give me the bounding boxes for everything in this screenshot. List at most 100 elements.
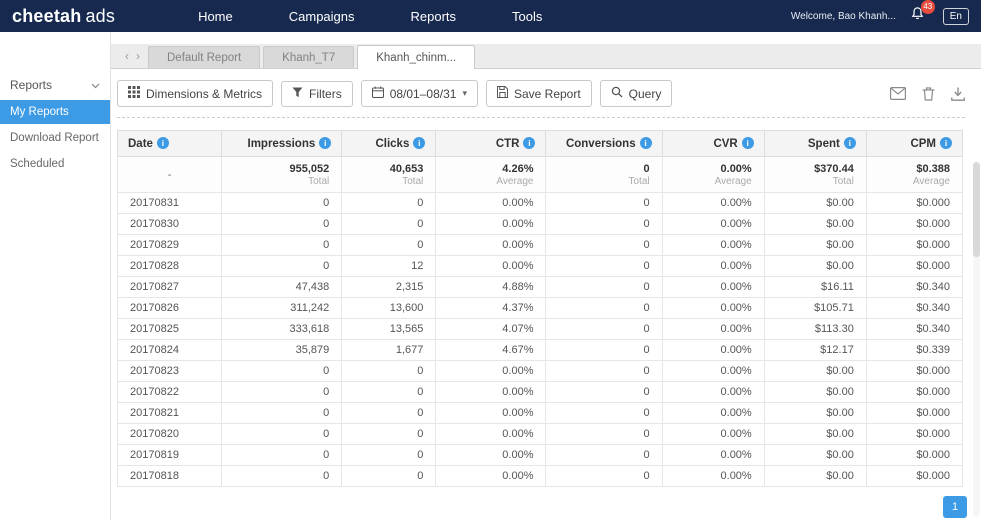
save-report-button[interactable]: Save Report (485, 80, 592, 107)
funnel-icon (292, 86, 303, 101)
column-header-ctr[interactable]: CTR i (435, 130, 547, 157)
column-label: Date (128, 138, 153, 150)
caret-down-icon: ▾ (462, 88, 467, 98)
value-cell: 0.00% (435, 381, 547, 403)
sidebar-group-label: Reports (10, 78, 53, 92)
value-cell: 0 (221, 192, 343, 214)
value-cell: 0 (545, 255, 663, 277)
sidebar-item-my-reports[interactable]: My Reports (0, 100, 110, 124)
sidebar-item-download-report[interactable]: Download Report (0, 126, 110, 150)
column-header-cpm[interactable]: CPM i (865, 130, 964, 157)
value-cell: 0 (221, 213, 343, 235)
value-cell: 2,315 (341, 276, 437, 298)
value-cell: 0 (545, 465, 663, 487)
tab-scroll-arrows: ‹ › (117, 49, 148, 63)
value-cell: 0 (341, 192, 437, 214)
table-row: 20170821 0 0 0.00% 0 0.00% $0.00 $0.000 (116, 402, 964, 424)
sidebar-item-scheduled[interactable]: Scheduled (0, 152, 110, 176)
column-header-cvr[interactable]: CVR i (661, 130, 765, 157)
info-icon[interactable]: i (156, 137, 169, 149)
daterange-button[interactable]: 08/01–08/31 ▾ (360, 80, 478, 107)
brand-logo[interactable]: cheetah ads (12, 6, 115, 27)
value-cell: 0 (221, 423, 343, 445)
value-cell: $0.000 (865, 360, 964, 382)
date-cell: 20170828 (116, 255, 223, 277)
value-cell: 0 (221, 465, 343, 487)
value-cell: 0.00% (661, 234, 765, 256)
column-header-clicks[interactable]: Clicks i (341, 130, 437, 157)
value-cell: 0 (221, 360, 343, 382)
column-header-date[interactable]: Date i (116, 130, 223, 157)
date-cell: 20170824 (116, 339, 223, 361)
value-cell: 0.00% (661, 444, 765, 466)
value-cell: $0.000 (865, 444, 964, 466)
column-header-spent[interactable]: Spent i (763, 130, 867, 157)
value-cell: $105.71 (763, 297, 867, 319)
value-cell: 0.00% (661, 465, 765, 487)
tab-prev-icon[interactable]: ‹ (125, 49, 129, 63)
table-row: 20170826 311,242 13,600 4.37% 0 0.00% $105.71 $… (116, 297, 964, 319)
page-1-button[interactable]: 1 (943, 496, 967, 518)
value-cell: 0 (341, 465, 437, 487)
welcome-user[interactable]: Welcome, Bao Khanh... (791, 11, 896, 22)
nav-item-tools[interactable]: Tools (484, 0, 570, 32)
brand-bold: cheetah (12, 5, 82, 26)
nav-item-campaigns[interactable]: Campaigns (261, 0, 383, 32)
nav-item-home[interactable]: Home (170, 0, 261, 32)
language-button[interactable]: En (942, 7, 969, 25)
tab-next-icon[interactable]: › (136, 49, 140, 63)
scrollbar-thumb[interactable] (973, 162, 980, 257)
value-cell: 0 (341, 213, 437, 235)
value-cell: 0 (545, 192, 663, 214)
tab-default-report[interactable]: Default Report (148, 46, 261, 68)
totals-cell: $0.388 Average (865, 156, 964, 193)
tab-khanh-chinm[interactable]: Khanh_chinm... (357, 45, 476, 69)
value-cell: 0.00% (661, 381, 765, 403)
table-row: 20170824 35,879 1,677 4.67% 0 0.00% $12.17 $0.3… (116, 339, 964, 361)
totals-value: 0.00% (720, 162, 752, 175)
grid-icon (128, 86, 140, 101)
table-row: 20170822 0 0 0.00% 0 0.00% $0.00 $0.000 (116, 381, 964, 403)
report-table: Date i Impressions i Clicks i CTR i Conversi… (116, 130, 964, 487)
column-header-conversions[interactable]: Conversions i (545, 130, 663, 157)
date-cell: 20170818 (116, 465, 223, 487)
notifications-button[interactable]: 43 (910, 0, 935, 26)
nav-item-reports[interactable]: Reports (383, 0, 485, 32)
table-row: 20170831 0 0 0.00% 0 0.00% $0.00 $0.000 (116, 192, 964, 214)
value-cell: $0.00 (763, 255, 867, 277)
totals-cell: 4.26% Average (435, 156, 547, 193)
filters-button[interactable]: Filters (281, 80, 353, 107)
value-cell: $0.340 (865, 318, 964, 340)
table-row: 20170825 333,618 13,565 4.07% 0 0.00% $113.30 $… (116, 318, 964, 340)
email-report-button[interactable] (890, 87, 906, 100)
info-icon[interactable]: i (940, 137, 952, 149)
value-cell: $0.00 (763, 381, 867, 403)
delete-report-button[interactable] (922, 86, 935, 101)
value-cell: 0 (341, 234, 437, 256)
date-cell: 20170819 (116, 444, 223, 466)
info-icon[interactable]: i (741, 137, 754, 149)
column-label: CTR (495, 138, 520, 150)
info-icon[interactable]: i (843, 137, 856, 149)
dimensions-metrics-button[interactable]: Dimensions & Metrics (117, 80, 274, 107)
date-cell: 20170823 (116, 360, 223, 382)
sidebar-group-reports[interactable]: Reports (0, 72, 110, 98)
value-cell: $12.17 (763, 339, 867, 361)
info-icon[interactable]: i (639, 137, 652, 149)
value-cell: 0 (341, 423, 437, 445)
value-cell: 0 (545, 318, 663, 340)
info-icon[interactable]: i (523, 137, 536, 149)
tab-khanh-t7[interactable]: Khanh_T7 (263, 46, 355, 68)
toolbar-separator (117, 117, 965, 118)
value-cell: $0.000 (865, 234, 964, 256)
value-cell: 0 (221, 234, 343, 256)
info-icon[interactable]: i (319, 137, 332, 149)
info-icon[interactable]: i (413, 137, 426, 149)
value-cell: 1,677 (341, 339, 437, 361)
value-cell: 0 (221, 402, 343, 424)
value-cell: $0.000 (865, 381, 964, 403)
date-cell: 20170820 (116, 423, 223, 445)
download-icon[interactable] (951, 87, 965, 101)
query-button[interactable]: Query (599, 80, 673, 107)
column-header-impressions[interactable]: Impressions i (221, 130, 343, 157)
